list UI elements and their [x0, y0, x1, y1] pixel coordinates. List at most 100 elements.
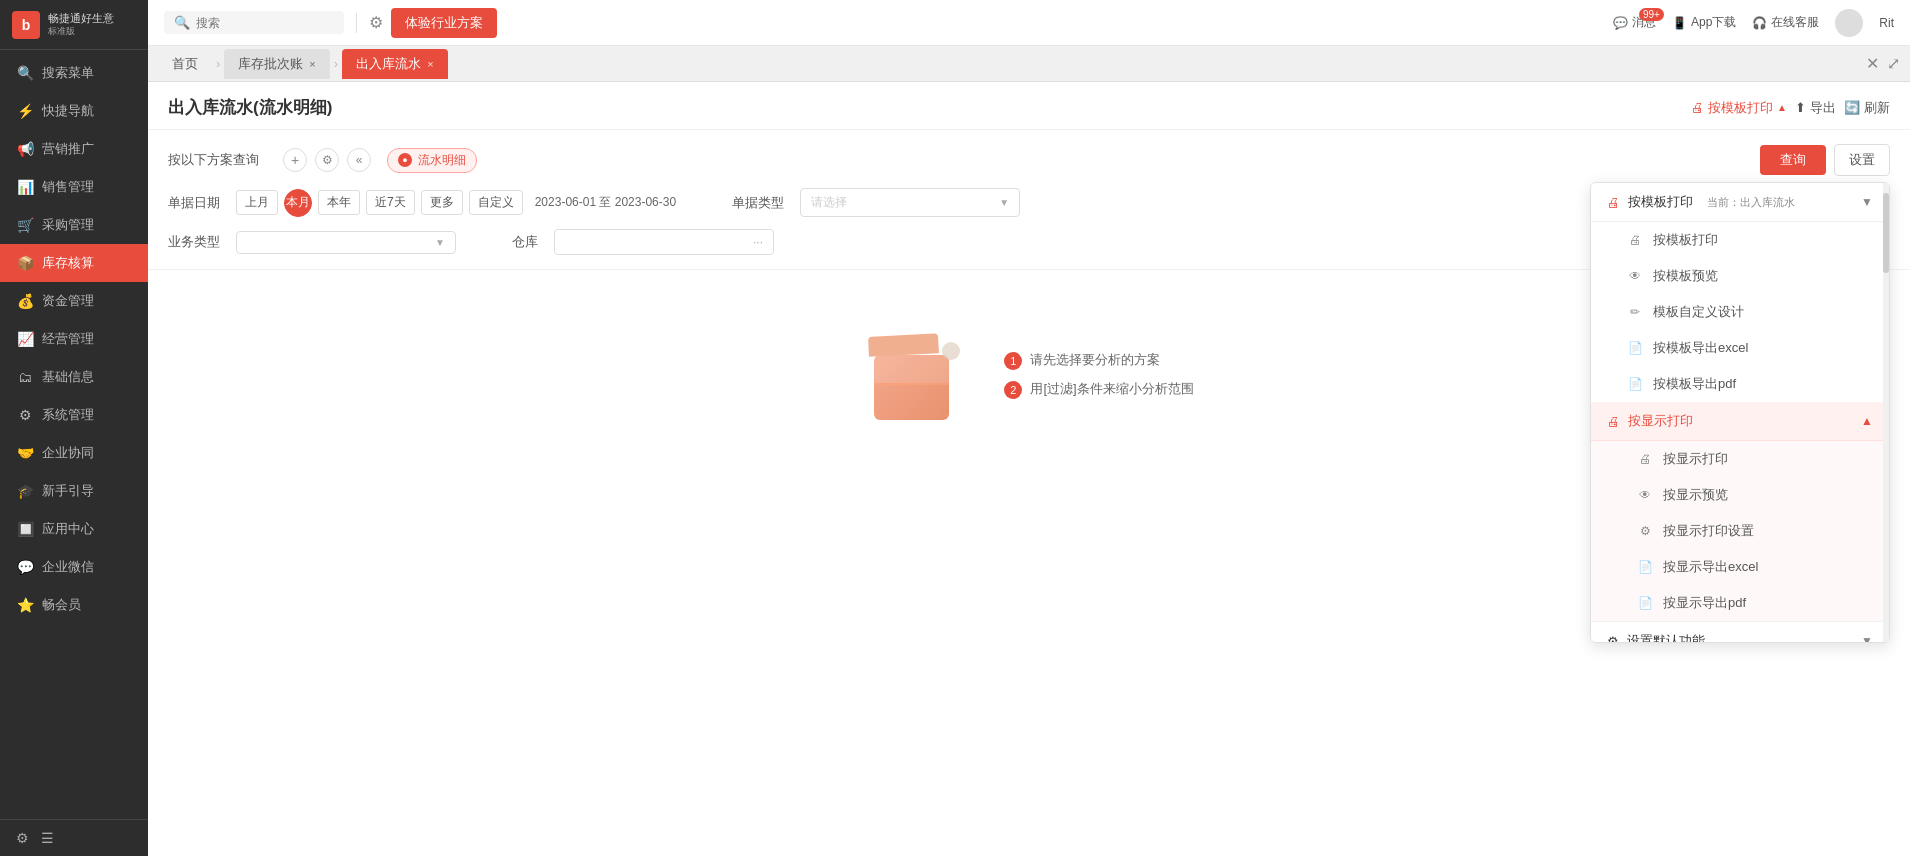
default-function-section: ⚙ 设置默认功能 ▼ [1591, 621, 1889, 642]
setting-btn[interactable]: 设置 [1834, 144, 1890, 176]
dropdown-item-display-preview[interactable]: 👁 按显示预览 [1591, 477, 1889, 513]
refresh-btn[interactable]: 🔄 刷新 [1844, 99, 1890, 117]
filter-doc-type-label: 单据类型 [732, 194, 784, 212]
tab-batch-account[interactable]: 库存批次账 × [224, 49, 329, 79]
filter-flow-tag[interactable]: ● 流水明细 [387, 148, 477, 173]
dp2-pdf-icon: 📄 [1637, 595, 1653, 611]
sidebar-item-label: 库存核算 [42, 254, 94, 272]
dropdown-item-display-print[interactable]: 🖨 按显示打印 [1591, 441, 1889, 477]
app-download-btn[interactable]: 📱 App下载 [1672, 14, 1736, 31]
filter-actions: + ⚙ « [283, 148, 371, 172]
tab-close-all-icon[interactable]: ✕ [1866, 54, 1879, 73]
sidebar-item-sales[interactable]: 📊 销售管理 [0, 168, 148, 206]
default-function-arrow: ▼ [1861, 634, 1873, 642]
quick-nav-icon: ⚡ [16, 102, 34, 120]
export-icon: ⬆ [1795, 100, 1806, 115]
dropdown-item-display-export-excel[interactable]: 📄 按显示导出excel [1591, 549, 1889, 585]
filter-row-1: 按以下方案查询 + ⚙ « ● 流水明细 查询 设置 [168, 144, 1890, 176]
sidebar-item-purchase[interactable]: 🛒 采购管理 [0, 206, 148, 244]
sidebar-item-guide[interactable]: 🎓 新手引导 [0, 472, 148, 510]
tab-maximize-icon[interactable]: ⤢ [1887, 54, 1900, 73]
search-input[interactable] [196, 16, 316, 30]
dropdown-item-display-export-pdf[interactable]: 📄 按显示导出pdf [1591, 585, 1889, 621]
dropdown-item-template-export-pdf[interactable]: 📄 按模板导出pdf [1591, 366, 1889, 402]
date-btn-last-7-days[interactable]: 近7天 [366, 190, 415, 215]
sidebar-menu-icon[interactable]: ☰ [41, 830, 54, 846]
sidebar-item-label: 经营管理 [42, 330, 94, 348]
template-print-section: 🖨 按模板打印 👁 按模板预览 ✏ 模板自定义设计 📄 按模板导出excel [1591, 222, 1889, 402]
sidebar-item-quick-nav[interactable]: ⚡ 快捷导航 [0, 92, 148, 130]
tabbar: 首页 › 库存批次账 × › 出入库流水 × ✕ ⤢ [148, 46, 1910, 82]
dropdown-header[interactable]: 🖨 按模板打印 当前：出入库流水 ▼ [1591, 183, 1889, 222]
default-function-header[interactable]: ⚙ 设置默认功能 ▼ [1591, 621, 1889, 642]
member-icon: ⭐ [16, 596, 34, 614]
dp2-preview-icon: 👁 [1637, 487, 1653, 503]
dropdown-header-arrow: ▼ [1861, 195, 1873, 209]
tab-batch-account-close[interactable]: × [309, 58, 315, 70]
filter-settings-btn[interactable]: ⚙ [315, 148, 339, 172]
sidebar-item-member[interactable]: ⭐ 畅会员 [0, 586, 148, 624]
sidebar-item-wechat[interactable]: 💬 企业微信 [0, 548, 148, 586]
query-btn[interactable]: 查询 [1760, 145, 1826, 175]
sidebar-item-label: 快捷导航 [42, 102, 94, 120]
filter-biz-type-select[interactable]: ▼ [236, 231, 456, 254]
filter-warehouse-select[interactable]: ··· [554, 229, 774, 255]
dp2-settings-icon: ⚙ [1637, 523, 1653, 539]
sidebar-item-search[interactable]: 🔍 搜索菜单 [0, 54, 148, 92]
dropdown-item-display-print-settings[interactable]: ⚙ 按显示打印设置 [1591, 513, 1889, 549]
tab-home[interactable]: 首页 [158, 49, 212, 79]
enterprise-icon: 🤝 [16, 444, 34, 462]
sidebar-item-operations[interactable]: 📈 经营管理 [0, 320, 148, 358]
sidebar-item-label: 采购管理 [42, 216, 94, 234]
online-service-btn[interactable]: 🎧 在线客服 [1752, 14, 1819, 31]
system-icon: ⚙ [16, 406, 34, 424]
date-btn-current-month[interactable]: 本月 [284, 189, 312, 217]
username[interactable]: Rit [1879, 16, 1894, 30]
dropdown-item-template-preview[interactable]: 👁 按模板预览 [1591, 258, 1889, 294]
date-btn-more[interactable]: 更多 [421, 190, 463, 215]
sidebar-item-marketing[interactable]: 📢 营销推广 [0, 130, 148, 168]
sidebar-settings-icon[interactable]: ⚙ [16, 830, 29, 846]
display-print-section-header[interactable]: 🖨 按显示打印 ▲ [1591, 402, 1889, 441]
topbar-gear-icon[interactable]: ⚙ [369, 13, 383, 32]
template-print-icon: 🖨 [1691, 100, 1704, 115]
sidebar-item-label: 营销推广 [42, 140, 94, 158]
dropdown-scrollbar-thumb[interactable] [1883, 193, 1889, 273]
dp-excel-icon: 📄 [1627, 340, 1643, 356]
export-btn[interactable]: ⬆ 导出 [1795, 99, 1836, 117]
filter-collapse-btn[interactable]: « [347, 148, 371, 172]
template-print-btn[interactable]: 🖨 按模板打印 ▲ [1691, 99, 1787, 117]
date-btn-current-year[interactable]: 本年 [318, 190, 360, 215]
industry-btn[interactable]: 体验行业方案 [391, 8, 497, 38]
sidebar-item-app-center[interactable]: 🔲 应用中心 [0, 510, 148, 548]
date-btn-custom[interactable]: 自定义 [469, 190, 523, 215]
filter-add-btn[interactable]: + [283, 148, 307, 172]
search-icon: 🔍 [16, 64, 34, 82]
dropdown-item-template-print[interactable]: 🖨 按模板打印 [1591, 222, 1889, 258]
sidebar-item-system[interactable]: ⚙ 系统管理 [0, 396, 148, 434]
page-header: 出入库流水(流水明细) 🖨 按模板打印 ▲ ⬆ 导出 🔄 刷新 [148, 82, 1910, 130]
dp-print-icon: 🖨 [1627, 232, 1643, 248]
tab-in-out-flow[interactable]: 出入库流水 × [342, 49, 447, 79]
sidebar-item-enterprise[interactable]: 🤝 企业协同 [0, 434, 148, 472]
dropdown-item-template-custom[interactable]: ✏ 模板自定义设计 [1591, 294, 1889, 330]
tabbar-right: ✕ ⤢ [1866, 54, 1900, 73]
sidebar-item-finance[interactable]: 💰 资金管理 [0, 282, 148, 320]
purchase-icon: 🛒 [16, 216, 34, 234]
dropdown-scrollbar[interactable] [1883, 183, 1889, 642]
filter-tag-icon: ● [398, 153, 412, 167]
sidebar-item-inventory[interactable]: 📦 库存核算 [0, 244, 148, 282]
messages-btn[interactable]: 💬 消息 99+ [1613, 14, 1656, 31]
dropdown-item-template-export-excel[interactable]: 📄 按模板导出excel [1591, 330, 1889, 366]
display-print-section: 🖨 按显示打印 ▲ 🖨 按显示打印 👁 按显示预览 ⚙ [1591, 402, 1889, 621]
dropdown-panel: 🖨 按模板打印 当前：出入库流水 ▼ 🖨 按模板打印 👁 按模板预览 [1590, 182, 1890, 643]
date-btn-last-month[interactable]: 上月 [236, 190, 278, 215]
filter-doc-type-select[interactable]: 请选择 ▼ [800, 188, 1020, 217]
dp-preview-icon: 👁 [1627, 268, 1643, 284]
sidebar-item-basic[interactable]: 🗂 基础信息 [0, 358, 148, 396]
topbar-divider [356, 13, 357, 33]
avatar[interactable] [1835, 9, 1863, 37]
tab-in-out-flow-close[interactable]: × [427, 58, 433, 70]
topbar-search-box[interactable]: 🔍 [164, 11, 344, 34]
wechat-icon: 💬 [16, 558, 34, 576]
